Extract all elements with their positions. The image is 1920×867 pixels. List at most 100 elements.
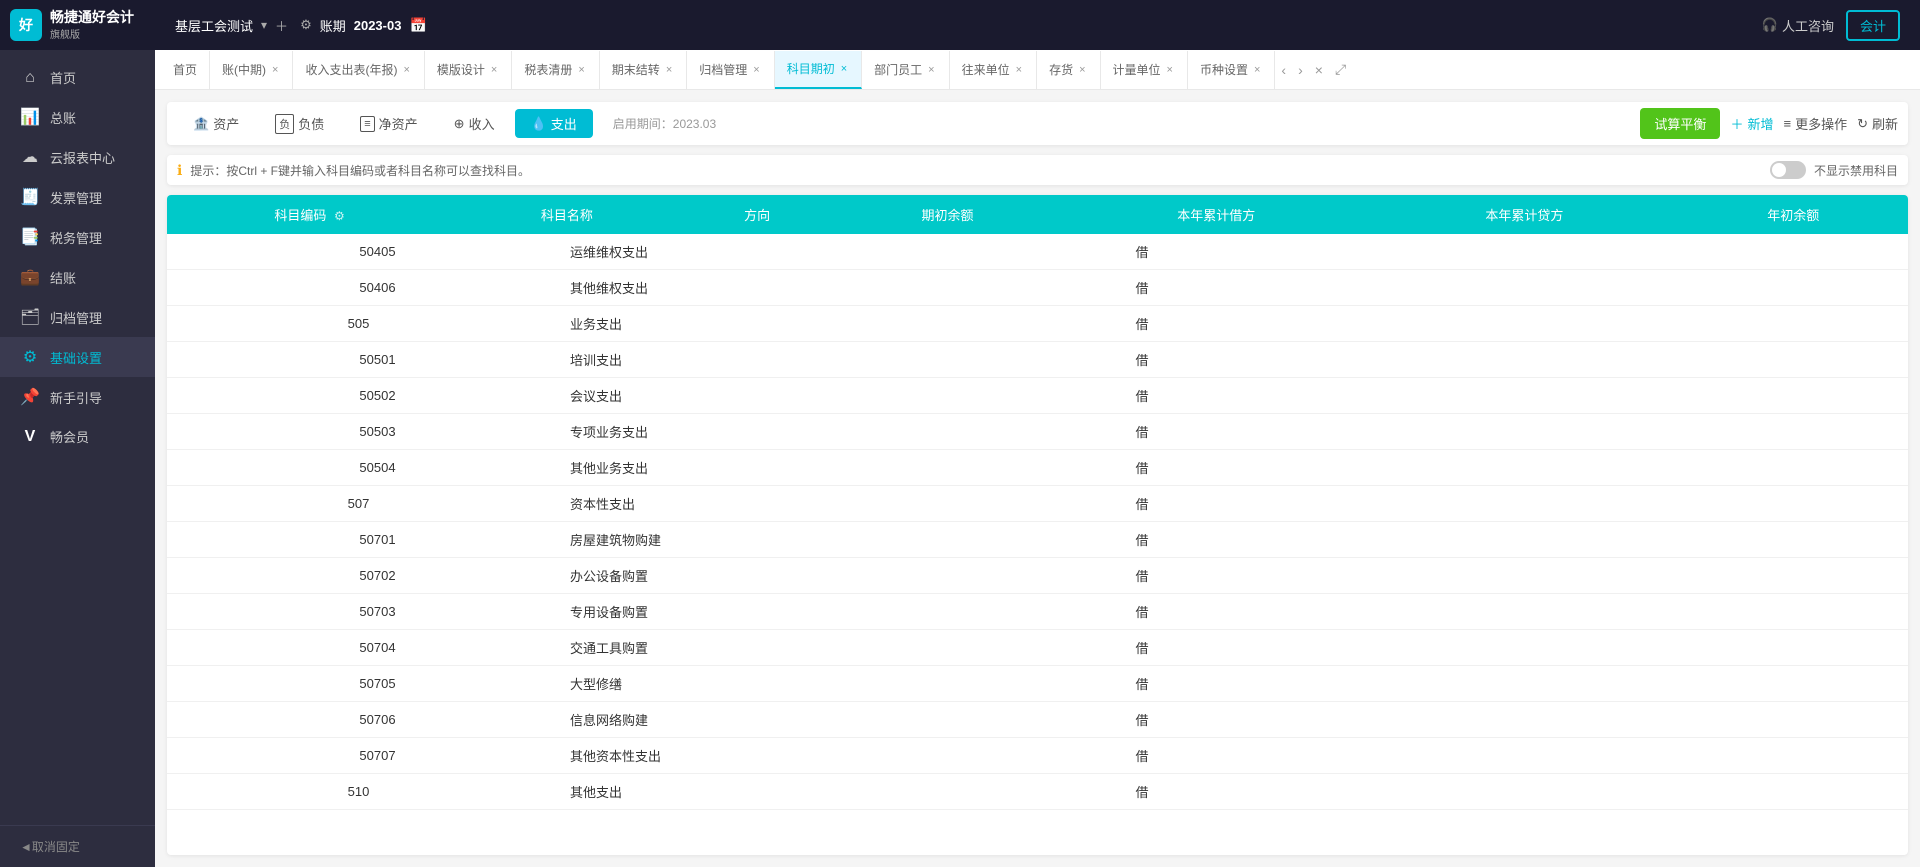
table-row[interactable]: 50503专项业务支出借 <box>167 414 1908 450</box>
tab-department[interactable]: 部门员工 × <box>862 51 949 89</box>
sub-tab-asset[interactable]: 🏦 资产 <box>177 109 255 138</box>
tab-maximize[interactable]: ⤢ <box>1329 61 1352 78</box>
cell-dir: 借 <box>1072 306 1211 342</box>
tab-currency-close[interactable]: × <box>1252 62 1262 78</box>
refresh-button[interactable]: ↻ 刷新 <box>1857 114 1898 133</box>
account-type-button[interactable]: 会计 <box>1846 10 1900 41</box>
table-row[interactable]: 50701房屋建筑物购建借 <box>167 522 1908 558</box>
sidebar-item-member[interactable]: V 畅会员 <box>0 417 155 456</box>
cell-dir: 借 <box>1072 666 1211 702</box>
tab-annual-report-label: 收入支出表(年报) <box>305 61 397 78</box>
tab-period-end-label: 期末结转 <box>612 61 660 78</box>
sidebar-item-ledger[interactable]: 📊 总账 <box>0 97 155 137</box>
table-row[interactable]: 50502会议支出借 <box>167 378 1908 414</box>
tab-archive-mgmt-close[interactable]: × <box>751 62 761 78</box>
cell-amount <box>1386 594 1560 630</box>
table-row[interactable]: 50704交通工具购置借 <box>167 630 1908 666</box>
table-row[interactable]: 50702办公设备购置借 <box>167 558 1908 594</box>
sidebar-item-guide[interactable]: 📌 新手引导 <box>0 377 155 417</box>
table-row[interactable]: 50703专用设备购置借 <box>167 594 1908 630</box>
subject-table: 科目编码 ⚙ 科目名称 方向 期初余额 本年累计借方 本年累计贷方 年初余额 <box>167 195 1908 234</box>
col-code-settings-icon[interactable]: ⚙ <box>334 209 345 223</box>
tab-scroll-left[interactable]: ‹ <box>1275 62 1292 78</box>
calendar-icon[interactable]: 📅 <box>409 17 426 34</box>
table-row[interactable]: 50406其他维权支出借 <box>167 270 1908 306</box>
cell-amount <box>1386 558 1560 594</box>
tab-currency[interactable]: 币种设置 × <box>1188 51 1275 89</box>
tab-mid-period-close[interactable]: × <box>270 62 280 78</box>
tab-subject-initial-label: 科目期初 <box>787 60 835 77</box>
sidebar: ⌂ 首页 📊 总账 ☁ 云报表中心 🧾 发票管理 📑 税务管理 💼 结账 <box>0 50 155 867</box>
sidebar-item-checkout[interactable]: 💼 结账 <box>0 257 155 297</box>
cell-amount <box>1212 594 1386 630</box>
cell-amount <box>1212 270 1386 306</box>
headphone-icon: 🎧 <box>1762 17 1778 33</box>
table-row[interactable]: 50504其他业务支出借 <box>167 450 1908 486</box>
sub-tab-liability[interactable]: 负 负债 <box>259 109 340 139</box>
tab-scroll-right[interactable]: › <box>1292 62 1309 78</box>
col-name: 科目名称 <box>452 195 682 234</box>
sidebar-item-tax[interactable]: 📑 税务管理 <box>0 217 155 257</box>
sidebar-item-invoice[interactable]: 🧾 发票管理 <box>0 177 155 217</box>
cell-amount <box>1560 306 1734 342</box>
sidebar-item-settings[interactable]: ⚙ 基础设置 <box>0 337 155 377</box>
tab-subject-initial[interactable]: 科目期初 × <box>775 51 862 89</box>
sidebar-item-archive[interactable]: 🗂 归档管理 <box>0 297 155 337</box>
col-code: 科目编码 ⚙ <box>167 195 452 234</box>
tab-period-end[interactable]: 期末结转 × <box>600 51 687 89</box>
tab-contacts[interactable]: 往来单位 × <box>950 51 1037 89</box>
help-button[interactable]: 🎧 人工咨询 <box>1762 16 1834 35</box>
tab-template-close[interactable]: × <box>489 62 499 78</box>
tab-archive-mgmt[interactable]: 归档管理 × <box>687 51 774 89</box>
sidebar-item-home[interactable]: ⌂ 首页 <box>0 58 155 97</box>
tab-annual-report-close[interactable]: × <box>401 62 411 78</box>
cloud-icon: ☁ <box>20 147 40 167</box>
sub-tab-equity[interactable]: ≡ 净资产 <box>344 109 433 138</box>
sub-tabs: 🏦 资产 负 负债 ≡ 净资产 ⊕ 收入 <box>177 109 593 139</box>
table-row[interactable]: 510其他支出借 <box>167 774 1908 810</box>
disable-toggle[interactable] <box>1770 161 1806 179</box>
table-row[interactable]: 50501培训支出借 <box>167 342 1908 378</box>
tab-unit-close[interactable]: × <box>1165 62 1175 78</box>
table-row[interactable]: 50707其他资本性支出借 <box>167 738 1908 774</box>
cell-code: 50705 <box>167 666 550 702</box>
sidebar-item-reports[interactable]: ☁ 云报表中心 <box>0 137 155 177</box>
cell-amount <box>1560 486 1734 522</box>
settings-icon[interactable]: ⚙ <box>300 17 312 33</box>
cell-amount <box>1212 486 1386 522</box>
cell-code: 50504 <box>167 450 550 486</box>
cell-name: 交通工具购置 <box>550 630 1072 666</box>
tab-inventory[interactable]: 存货 × <box>1037 51 1100 89</box>
tab-tax-table-close[interactable]: × <box>576 62 586 78</box>
sub-tab-income[interactable]: ⊕ 收入 <box>438 109 511 138</box>
tab-inventory-close[interactable]: × <box>1077 62 1087 78</box>
tab-department-close[interactable]: × <box>926 62 936 78</box>
sub-tab-expense[interactable]: 💧 支出 <box>515 109 593 138</box>
tab-period-end-close[interactable]: × <box>664 62 674 78</box>
add-button[interactable]: ＋ 新增 <box>1730 114 1773 133</box>
sub-tab-expense-label: 支出 <box>551 114 577 133</box>
tab-close-all[interactable]: × <box>1309 62 1329 78</box>
tab-contacts-close[interactable]: × <box>1014 62 1024 78</box>
tab-unit[interactable]: 计量单位 × <box>1101 51 1188 89</box>
table-row[interactable]: 50705大型修缮借 <box>167 666 1908 702</box>
tab-annual-report[interactable]: 收入支出表(年报) × <box>293 51 424 89</box>
table-row[interactable]: 50706信息网络购建借 <box>167 702 1908 738</box>
balance-button[interactable]: 试算平衡 <box>1640 108 1720 139</box>
sidebar-collapse-button[interactable]: ◄取消固定 <box>0 825 155 867</box>
tab-subject-initial-close[interactable]: × <box>839 61 849 77</box>
company-dropdown-icon[interactable]: ▾ <box>261 18 267 32</box>
table-scroll[interactable]: 50405运维维权支出借50406其他维权支出借505业务支出借50501培训支… <box>167 234 1908 855</box>
cell-amount <box>1560 234 1734 270</box>
table-row[interactable]: 50405运维维权支出借 <box>167 234 1908 270</box>
table-row[interactable]: 505业务支出借 <box>167 306 1908 342</box>
tab-tax-table[interactable]: 税表清册 × <box>512 51 599 89</box>
tip-right: 不显示禁用科目 <box>1770 161 1898 179</box>
add-tab-icon[interactable]: ＋ <box>275 16 288 35</box>
table-row[interactable]: 507资本性支出借 <box>167 486 1908 522</box>
more-button[interactable]: ≡ 更多操作 <box>1783 114 1847 133</box>
tab-template[interactable]: 模版设计 × <box>425 51 512 89</box>
tab-mid-period[interactable]: 账(中期) × <box>210 51 293 89</box>
sub-tab-liability-label: 负债 <box>298 114 324 133</box>
tab-home[interactable]: 首页 <box>161 51 210 89</box>
